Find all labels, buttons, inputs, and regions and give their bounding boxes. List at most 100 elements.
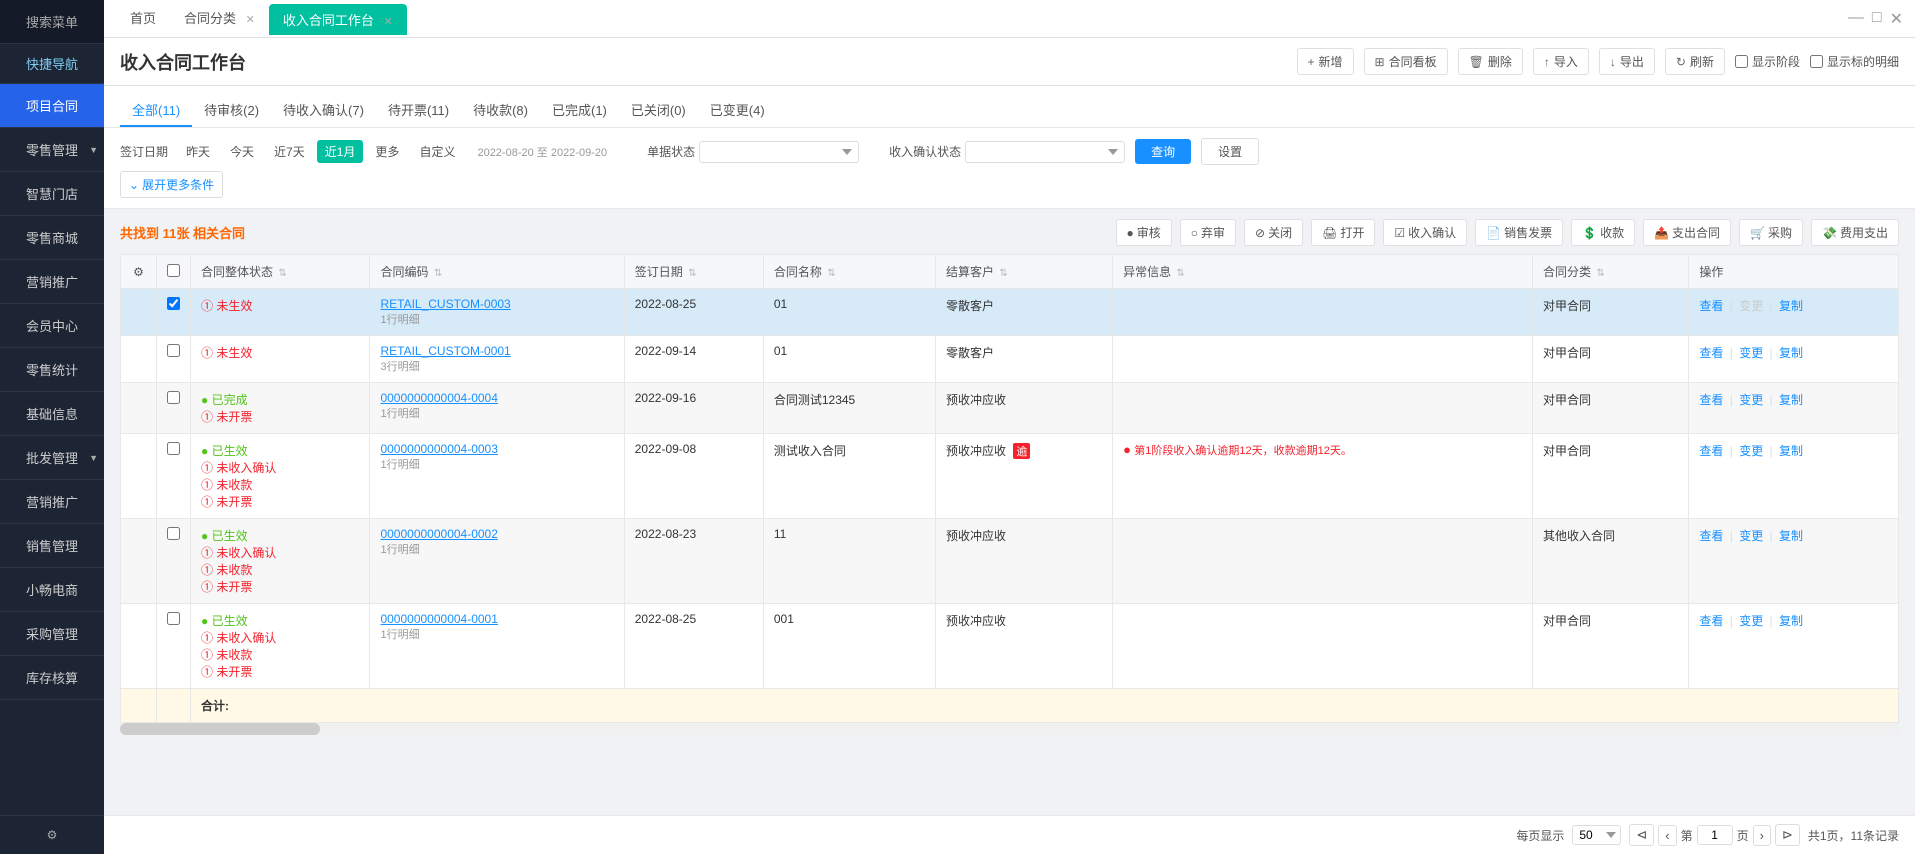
copy-link[interactable]: 复制 bbox=[1779, 444, 1803, 458]
filter-tab-completed[interactable]: 已完成(1) bbox=[540, 94, 619, 127]
sidebar-item-smart-store[interactable]: 智慧门店 bbox=[0, 172, 104, 216]
row-checkbox[interactable] bbox=[167, 612, 180, 625]
show-fields-checkbox[interactable]: 显示阶段 bbox=[1735, 53, 1800, 70]
sidebar-item-retail-mall[interactable]: 零售商城 bbox=[0, 216, 104, 260]
sidebar-quick-nav[interactable]: 快捷导航 bbox=[0, 44, 104, 84]
window-minimize[interactable]: — bbox=[1848, 9, 1864, 29]
change-link[interactable]: 变更 bbox=[1739, 393, 1763, 407]
view-link[interactable]: 查看 bbox=[1699, 299, 1723, 313]
date-btn-7days[interactable]: 近7天 bbox=[266, 140, 313, 163]
contract-code-link[interactable]: 0000000000004-0003 bbox=[380, 442, 613, 456]
change-link[interactable]: 变更 bbox=[1739, 444, 1763, 458]
filter-tab-closed[interactable]: 已关闭(0) bbox=[619, 94, 698, 127]
col-category[interactable]: 合同分类 ⇅ bbox=[1533, 255, 1689, 289]
view-link[interactable]: 查看 bbox=[1699, 529, 1723, 543]
tab-contract-category-close[interactable]: ✕ bbox=[246, 14, 255, 26]
window-maximize[interactable]: □ bbox=[1872, 9, 1882, 29]
change-link[interactable]: 变更 bbox=[1739, 529, 1763, 543]
row-checkbox[interactable] bbox=[167, 527, 180, 540]
filter-tab-pending-invoice[interactable]: 待开票(11) bbox=[376, 94, 461, 127]
change-link[interactable]: 变更 bbox=[1739, 614, 1763, 628]
copy-link[interactable]: 复制 bbox=[1779, 614, 1803, 628]
row-checkbox[interactable] bbox=[167, 344, 180, 357]
view-link[interactable]: 查看 bbox=[1699, 393, 1723, 407]
contract-code-link[interactable]: 0000000000004-0001 bbox=[380, 612, 613, 626]
change-link[interactable]: 变更 bbox=[1739, 346, 1763, 360]
tab-home[interactable]: 首页 bbox=[116, 0, 170, 37]
col-checkbox[interactable] bbox=[157, 255, 191, 289]
copy-link[interactable]: 复制 bbox=[1779, 346, 1803, 360]
copy-link[interactable]: 复制 bbox=[1779, 393, 1803, 407]
print-button[interactable]: 🖨 打开 bbox=[1311, 219, 1375, 246]
refresh-button[interactable]: ↻ 刷新 bbox=[1665, 48, 1725, 75]
tab-income-workbench-close[interactable]: ✕ bbox=[384, 16, 393, 28]
tab-income-workbench[interactable]: 收入合同工作台 ✕ bbox=[269, 4, 407, 35]
show-detail-checkbox[interactable]: 显示标的明细 bbox=[1810, 53, 1899, 70]
close-button[interactable]: ⊘ 关闭 bbox=[1244, 219, 1303, 246]
fee-out-button[interactable]: 💸 费用支出 bbox=[1811, 219, 1899, 246]
sidebar-item-mkt-promo[interactable]: 营销推广 bbox=[0, 480, 104, 524]
contract-code-link[interactable]: 0000000000004-0002 bbox=[380, 527, 613, 541]
income-confirm-button[interactable]: ☑ 收入确认 bbox=[1383, 219, 1467, 246]
col-status[interactable]: 合同整体状态 ⇅ bbox=[191, 255, 370, 289]
sidebar-item-basic-info[interactable]: 基础信息 bbox=[0, 392, 104, 436]
page-input[interactable] bbox=[1697, 825, 1733, 845]
kanban-button[interactable]: ⊞ 合同看板 bbox=[1364, 48, 1448, 75]
expand-conditions-button[interactable]: ⌄ 展开更多条件 bbox=[120, 171, 223, 198]
expense-out-button[interactable]: 📤 支出合同 bbox=[1643, 219, 1731, 246]
select-all-checkbox[interactable] bbox=[167, 264, 180, 277]
filter-tab-pending-income[interactable]: 待收入确认(7) bbox=[271, 94, 376, 127]
date-btn-yesterday[interactable]: 昨天 bbox=[178, 140, 218, 163]
sidebar-item-retail-stat[interactable]: 零售统计 bbox=[0, 348, 104, 392]
filter-tab-pending-collection[interactable]: 待收款(8) bbox=[461, 94, 540, 127]
sales-invoice-button[interactable]: 📄 销售发票 bbox=[1475, 219, 1563, 246]
scrollbar-thumb[interactable] bbox=[120, 723, 320, 735]
date-btn-today[interactable]: 今天 bbox=[222, 140, 262, 163]
col-abnormal[interactable]: 异常信息 ⇅ bbox=[1113, 255, 1533, 289]
delete-button[interactable]: 🗑 删除 bbox=[1458, 48, 1523, 75]
sidebar-item-retail-mgmt[interactable]: 零售管理 bbox=[0, 128, 104, 172]
audit-button[interactable]: ● 审核 bbox=[1116, 219, 1172, 246]
next-page-button[interactable]: › bbox=[1753, 825, 1771, 846]
row-checkbox[interactable] bbox=[167, 391, 180, 404]
date-btn-more[interactable]: 更多 bbox=[367, 140, 407, 163]
abandon-button[interactable]: ○ 弃审 bbox=[1180, 219, 1236, 246]
import-button[interactable]: ↑ 导入 bbox=[1533, 48, 1589, 75]
income-confirm-select[interactable] bbox=[965, 141, 1125, 163]
filter-tab-pending-review[interactable]: 待审核(2) bbox=[192, 94, 271, 127]
date-btn-1month[interactable]: 近1月 bbox=[317, 140, 364, 163]
view-link[interactable]: 查看 bbox=[1699, 346, 1723, 360]
export-button[interactable]: ↓ 导出 bbox=[1599, 48, 1655, 75]
col-customer[interactable]: 结算客户 ⇅ bbox=[935, 255, 1112, 289]
sidebar-item-project[interactable]: 项目合同 bbox=[0, 84, 104, 128]
horizontal-scrollbar[interactable] bbox=[120, 723, 1899, 735]
sidebar-search[interactable]: 搜索菜单 bbox=[0, 0, 104, 44]
col-code[interactable]: 合同编码 ⇅ bbox=[370, 255, 624, 289]
view-link[interactable]: 查看 bbox=[1699, 614, 1723, 628]
prev-page-button[interactable]: ‹ bbox=[1658, 825, 1676, 846]
filter-tab-changed[interactable]: 已变更(4) bbox=[698, 94, 777, 127]
sidebar-item-xiaochangec[interactable]: 小畅电商 bbox=[0, 568, 104, 612]
sidebar-settings[interactable]: ⚙ bbox=[0, 815, 104, 854]
add-button[interactable]: + 新增 bbox=[1297, 48, 1354, 75]
doc-status-select[interactable] bbox=[699, 141, 859, 163]
col-sign-date[interactable]: 签订日期 ⇅ bbox=[624, 255, 763, 289]
col-name[interactable]: 合同名称 ⇅ bbox=[763, 255, 935, 289]
window-close[interactable]: ✕ bbox=[1890, 9, 1903, 29]
sidebar-item-member[interactable]: 会员中心 bbox=[0, 304, 104, 348]
contract-code-link[interactable]: RETAIL_CUSTOM-0001 bbox=[380, 344, 613, 358]
copy-link[interactable]: 复制 bbox=[1779, 529, 1803, 543]
sidebar-item-marketing[interactable]: 营销推广 bbox=[0, 260, 104, 304]
row-checkbox[interactable] bbox=[167, 297, 180, 310]
copy-link[interactable]: 复制 bbox=[1779, 299, 1803, 313]
row-checkbox[interactable] bbox=[167, 442, 180, 455]
sidebar-item-inventory[interactable]: 库存核算 bbox=[0, 656, 104, 700]
first-page-button[interactable]: ⊲ bbox=[1629, 824, 1654, 846]
sidebar-item-sales-mgmt[interactable]: 销售管理 bbox=[0, 524, 104, 568]
page-size-select[interactable]: 50 10 20 100 bbox=[1572, 825, 1621, 845]
contract-code-link[interactable]: 0000000000004-0004 bbox=[380, 391, 613, 405]
query-button[interactable]: 查询 bbox=[1135, 139, 1191, 164]
filter-tab-all[interactable]: 全部(11) bbox=[120, 94, 192, 127]
sidebar-item-wholesale[interactable]: 批发管理 bbox=[0, 436, 104, 480]
last-page-button[interactable]: ⊳ bbox=[1775, 824, 1800, 846]
